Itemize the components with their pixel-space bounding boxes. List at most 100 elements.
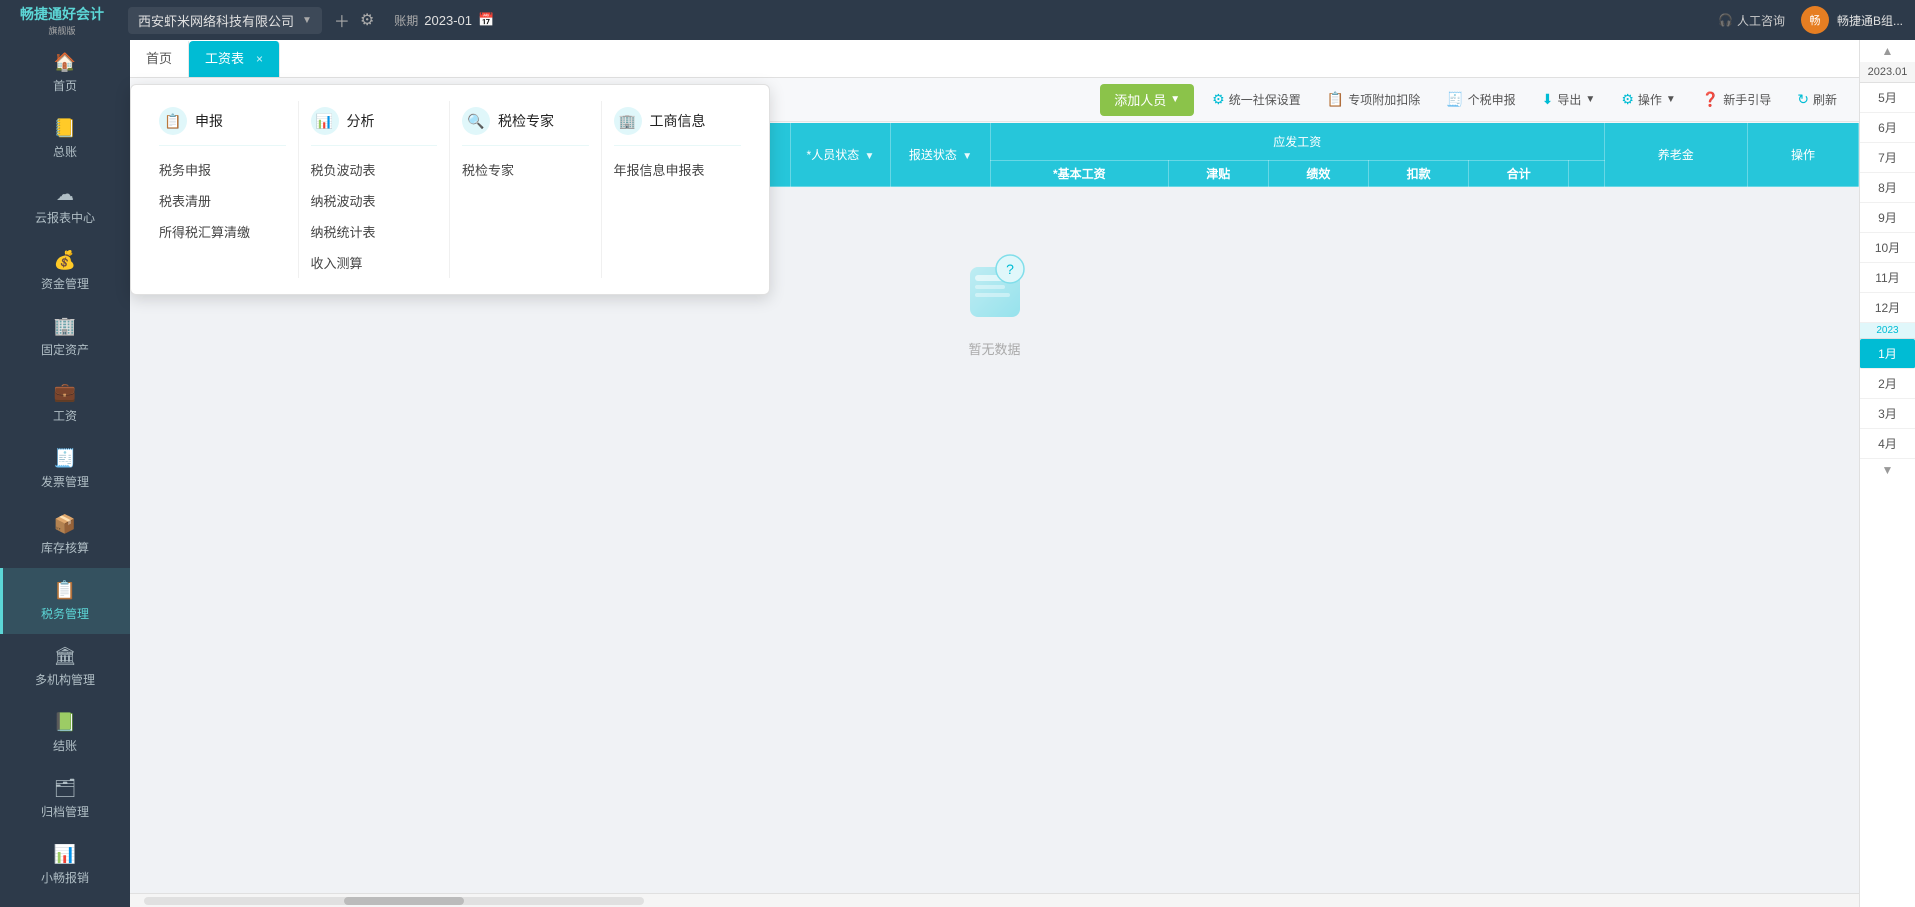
add-person-button[interactable]: 添加人员 ▼ [1100, 84, 1194, 116]
sidebar-item-inventory[interactable]: 📦 库存核算 [0, 502, 130, 568]
refresh-button[interactable]: ↻ 刷新 [1789, 85, 1845, 115]
salary-icon: 💼 [54, 382, 76, 403]
period-value[interactable]: 2023-01 [424, 13, 472, 28]
date-month-6[interactable]: 6月 [1860, 113, 1915, 143]
date-nav-up[interactable]: ▲ [1860, 40, 1915, 62]
sidebar-label-expense: 小畅报销 [41, 869, 89, 886]
refresh-icon: ↻ [1797, 91, 1809, 108]
date-month-3[interactable]: 3月 [1860, 399, 1915, 429]
menu-tax-table-list[interactable]: 税表清册 [159, 185, 286, 216]
sidebar-item-invoice[interactable]: 🧾 发票管理 [0, 436, 130, 502]
operation-icon: ⚙ [1621, 91, 1634, 108]
special-label: 专项附加扣除 [1348, 91, 1420, 108]
person-status-filter-icon[interactable]: ▼ [865, 151, 875, 162]
export-button[interactable]: ⬇ 导出 ▼ [1534, 85, 1604, 115]
declaration-section-icon: 📋 [159, 107, 187, 135]
add-icon[interactable]: ＋ [334, 8, 350, 32]
sidebar-item-settings[interactable]: ⚙ 基础设置 [0, 898, 130, 907]
date-month-11[interactable]: 11月 [1860, 263, 1915, 293]
tab-salary[interactable]: 工资表 × [189, 41, 280, 77]
sidebar-item-salary[interactable]: 💼 工资 [0, 370, 130, 436]
th-pension2 [1569, 161, 1604, 187]
sidebar-item-multi-org[interactable]: 🏛 多机构管理 [0, 634, 130, 700]
sidebar-item-closing[interactable]: 📗 结账 [0, 700, 130, 766]
date-month-12[interactable]: 12月 [1860, 293, 1915, 323]
fund-icon: 💰 [54, 250, 76, 271]
ledger-icon: 📒 [54, 118, 76, 139]
sidebar-label-multi-org: 多机构管理 [35, 671, 95, 688]
report-status-filter-icon[interactable]: ▼ [962, 151, 972, 162]
popup-section-analysis: 📊 分析 税负波动表 纳税波动表 纳税统计表 收入测算 [299, 101, 451, 278]
operation-button[interactable]: ⚙ 操作 ▼ [1613, 85, 1683, 115]
sidebar: 🏠 首页 📒 总账 ☁ 云报表中心 💰 资金管理 🏢 固定资产 💼 工资 🧾 发… [0, 40, 130, 907]
add-dropdown-icon: ▼ [1170, 94, 1180, 105]
date-month-9[interactable]: 9月 [1860, 203, 1915, 233]
sidebar-item-cloud-report[interactable]: ☁ 云报表中心 [0, 172, 130, 238]
scrollbar-thumb[interactable] [344, 897, 464, 905]
menu-income-estimate[interactable]: 收入测算 [311, 247, 438, 278]
dropdown-grid: 📋 申报 税务申报 税表清册 所得税汇算清缴 📊 分析 税负波动表 纳税波动表 … [147, 101, 753, 278]
date-month-10[interactable]: 10月 [1860, 233, 1915, 263]
popup-section-business-info: 🏢 工商信息 年报信息申报表 [602, 101, 754, 278]
bottom-scrollbar[interactable] [130, 893, 1859, 907]
menu-tax-fluctuation[interactable]: 税负波动表 [311, 154, 438, 185]
tab-close-icon[interactable]: × [256, 41, 263, 77]
export-icon: ⬇ [1542, 91, 1554, 108]
date-month-7[interactable]: 7月 [1860, 143, 1915, 173]
sidebar-label-cloud: 云报表中心 [35, 209, 95, 226]
date-month-5[interactable]: 5月 [1860, 83, 1915, 113]
cloud-icon: ☁ [56, 184, 74, 205]
th-allowance: 津贴 [1168, 161, 1268, 187]
menu-tax-declaration[interactable]: 税务申报 [159, 154, 286, 185]
sidebar-label-salary: 工资 [53, 407, 77, 424]
th-report-status-label: 报送状态 [909, 148, 957, 162]
th-deduction: 扣款 [1369, 161, 1469, 187]
date-nav-down[interactable]: ▼ [1860, 459, 1915, 481]
business-info-section-title: 工商信息 [650, 111, 706, 131]
declaration-section-title: 申报 [195, 111, 223, 131]
settings-icon[interactable]: ⚙ [360, 10, 374, 30]
date-month-4[interactable]: 4月 [1860, 429, 1915, 459]
th-report-status: 报送状态 ▼ [891, 123, 991, 187]
company-selector[interactable]: 西安虾米网络科技有限公司 ▼ [128, 7, 322, 34]
menu-tax-payment-fluctuation[interactable]: 纳税波动表 [311, 185, 438, 216]
sidebar-label-invoice: 发票管理 [41, 473, 89, 490]
sidebar-item-fund[interactable]: 💰 资金管理 [0, 238, 130, 304]
menu-income-tax-settlement[interactable]: 所得税汇算清缴 [159, 216, 286, 247]
tax-declaration-button[interactable]: 🧾 个税申报 [1438, 85, 1523, 115]
tax-icon: 📋 [54, 580, 76, 601]
guide-button[interactable]: ❓ 新手引导 [1694, 85, 1779, 115]
support-button[interactable]: 🎧 人工咨询 [1718, 12, 1785, 29]
analysis-section-title: 分析 [347, 111, 375, 131]
date-month-1[interactable]: 1月 [1860, 339, 1915, 369]
top-bar: 畅捷通好会计 旗舰版 西安虾米网络科技有限公司 ▼ ＋ ⚙ 账期 2023-01… [0, 0, 1915, 40]
tax-dropdown-popup: 📋 申报 税务申报 税表清册 所得税汇算清缴 📊 分析 税负波动表 纳税波动表 … [130, 84, 770, 295]
popup-section-business-info-header: 🏢 工商信息 [614, 101, 742, 146]
user-info[interactable]: 畅 畅捷通B组... [1801, 6, 1903, 34]
sidebar-label-inventory: 库存核算 [41, 539, 89, 556]
tax-decl-label: 个税申报 [1468, 91, 1516, 108]
calendar-icon[interactable]: 📅 [478, 12, 494, 28]
special-deduction-button[interactable]: 📋 专项附加扣除 [1319, 85, 1428, 115]
sidebar-label-assets: 固定资产 [41, 341, 89, 358]
inventory-icon: 📦 [54, 514, 76, 535]
date-month-2[interactable]: 2月 [1860, 369, 1915, 399]
date-month-8[interactable]: 8月 [1860, 173, 1915, 203]
popup-section-analysis-header: 📊 分析 [311, 101, 438, 146]
sidebar-item-fixed-assets[interactable]: 🏢 固定资产 [0, 304, 130, 370]
th-pension: 养老金 [1604, 123, 1747, 187]
sidebar-item-archive[interactable]: 🗂 归档管理 [0, 766, 130, 832]
menu-tax-statistics[interactable]: 纳税统计表 [311, 216, 438, 247]
scrollbar-track [144, 897, 644, 905]
sidebar-item-expense[interactable]: 📊 小畅报销 [0, 832, 130, 898]
menu-annual-report[interactable]: 年报信息申报表 [614, 154, 742, 185]
popup-section-tax-expert: 🔍 税检专家 税检专家 [450, 101, 602, 278]
sidebar-item-general-ledger[interactable]: 📒 总账 [0, 106, 130, 172]
tab-home[interactable]: 首页 [130, 41, 189, 77]
sidebar-label-ledger: 总账 [53, 143, 77, 160]
sidebar-item-tax[interactable]: 📋 税务管理 [0, 568, 130, 634]
sidebar-item-home[interactable]: 🏠 首页 [0, 40, 130, 106]
date-panel: ▲ 2023.01 5月 6月 7月 8月 9月 10月 11月 12月 202… [1859, 40, 1915, 907]
social-insurance-button[interactable]: ⚙ 统一社保设置 [1204, 85, 1309, 115]
menu-tax-expert[interactable]: 税检专家 [462, 154, 589, 185]
